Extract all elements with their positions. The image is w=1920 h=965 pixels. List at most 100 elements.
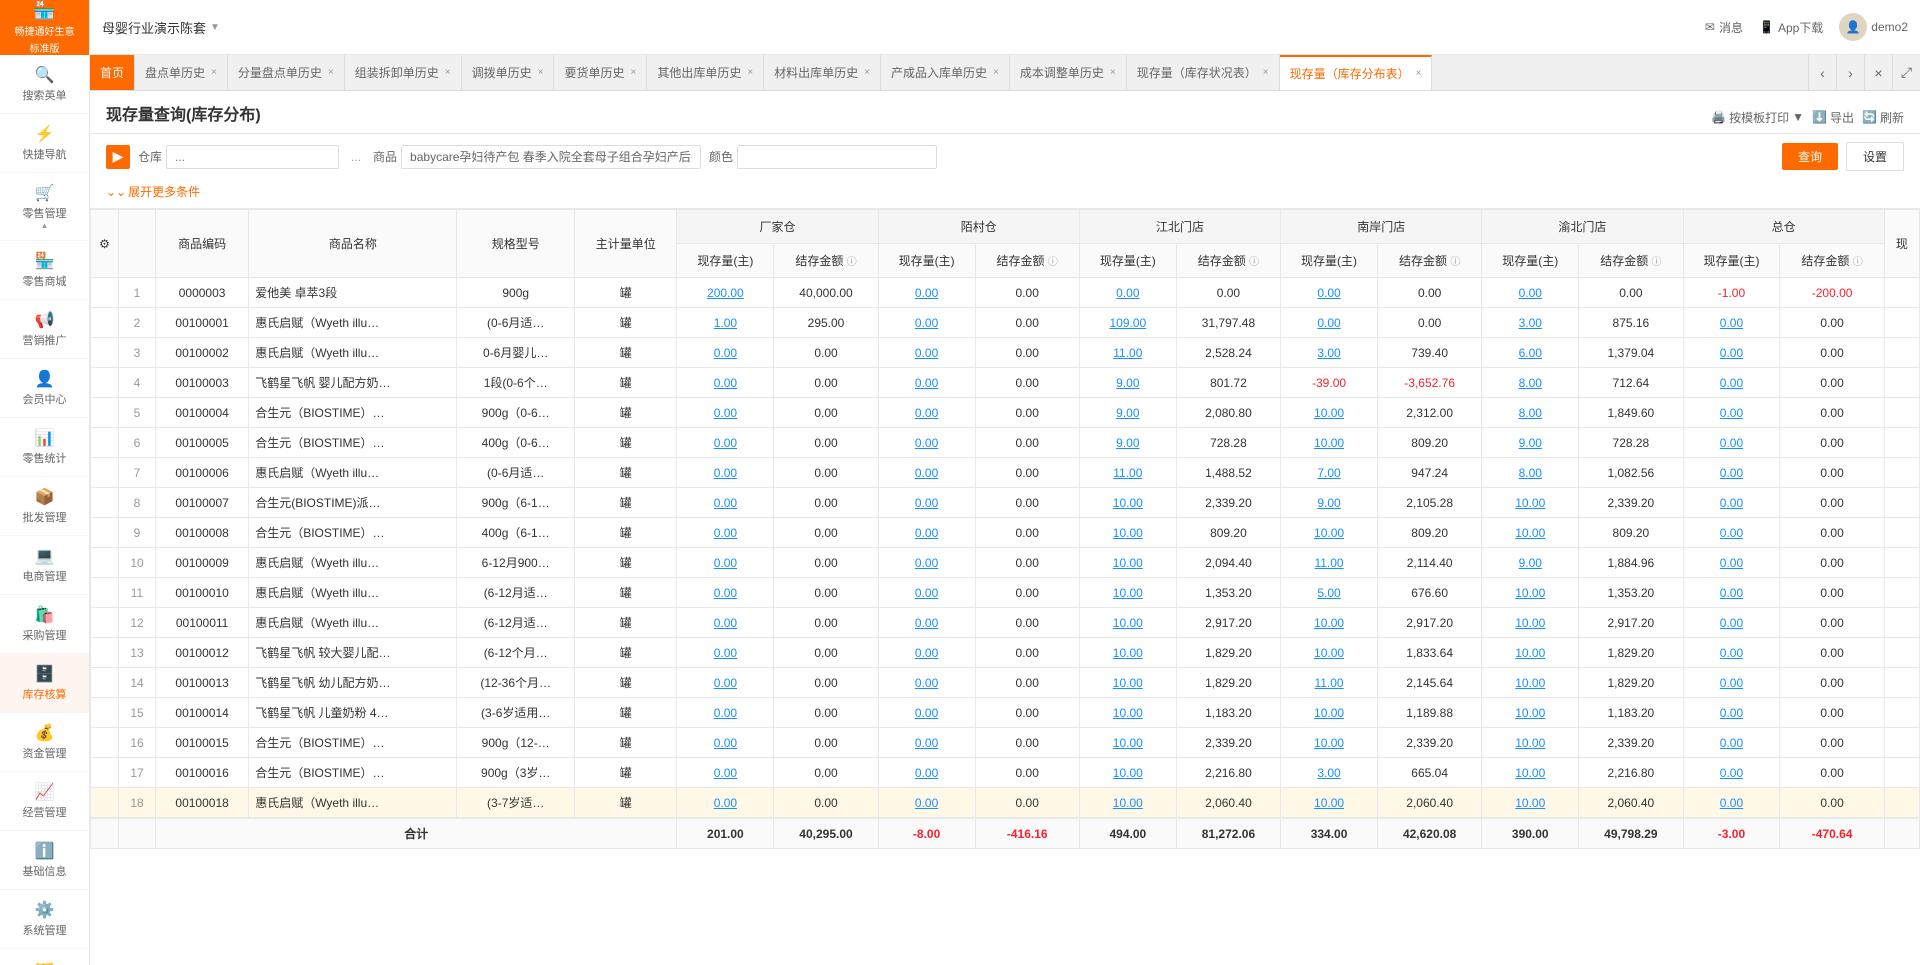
sidebar-item-8[interactable]: 💻电商管理 bbox=[0, 536, 89, 595]
sidebar-item-10[interactable]: 🗄️库存核算 bbox=[0, 654, 89, 713]
cell-total-qty[interactable]: 0.00 bbox=[1683, 728, 1780, 758]
cell-total-qty[interactable]: 0.00 bbox=[1683, 698, 1780, 728]
cell-mocun-qty[interactable]: 0.00 bbox=[878, 788, 975, 819]
cell-nanan-qty[interactable]: 9.00 bbox=[1281, 488, 1378, 518]
tab-product_in[interactable]: 产成品入库单历史× bbox=[881, 55, 1010, 91]
tab-sub_inventory[interactable]: 分量盘点单历史× bbox=[228, 55, 345, 91]
cell-mocun-qty[interactable]: 0.00 bbox=[878, 368, 975, 398]
cell-factory-qty[interactable]: 0.00 bbox=[677, 338, 774, 368]
cell-factory-qty[interactable]: 0.00 bbox=[677, 728, 774, 758]
tab-home[interactable]: 首页 bbox=[90, 55, 135, 91]
cell-setting[interactable] bbox=[91, 428, 119, 458]
cell-setting[interactable] bbox=[91, 698, 119, 728]
tab-close-assembly[interactable]: × bbox=[445, 67, 451, 78]
cell-setting[interactable] bbox=[91, 458, 119, 488]
table-container[interactable]: ⚙ 商品编码 商品名称 规格型号 主计量单位 厂家仓 陌村仓 江北门店 南岸门店… bbox=[90, 209, 1920, 965]
tab-assembly[interactable]: 组装拆卸单历史× bbox=[345, 55, 462, 91]
cell-jiangbei-qty[interactable]: 9.00 bbox=[1079, 398, 1176, 428]
cell-jiangbei-qty[interactable]: 10.00 bbox=[1079, 608, 1176, 638]
cell-factory-qty[interactable]: 0.00 bbox=[677, 668, 774, 698]
cell-jiangbei-qty[interactable]: 10.00 bbox=[1079, 488, 1176, 518]
cell-factory-qty[interactable]: 0.00 bbox=[677, 518, 774, 548]
cell-yubei-qty[interactable]: 10.00 bbox=[1482, 788, 1579, 819]
tab-request[interactable]: 要货单历史× bbox=[554, 55, 647, 91]
sidebar-item-5[interactable]: 👤会员中心 bbox=[0, 359, 89, 418]
cell-factory-qty[interactable]: 0.00 bbox=[677, 638, 774, 668]
cell-yubei-qty[interactable]: 8.00 bbox=[1482, 398, 1579, 428]
cell-yubei-qty[interactable]: 10.00 bbox=[1482, 608, 1579, 638]
cell-jiangbei-qty[interactable]: 9.00 bbox=[1079, 368, 1176, 398]
cell-total-qty[interactable]: 0.00 bbox=[1683, 758, 1780, 788]
company-selector[interactable]: 母婴行业演示陈套 ▼ bbox=[102, 18, 220, 37]
cell-factory-qty[interactable]: 0.00 bbox=[677, 458, 774, 488]
sidebar-item-2[interactable]: 🛒零售管理▲ bbox=[0, 173, 89, 241]
tab-other_out[interactable]: 其他出库单历史× bbox=[647, 55, 764, 91]
tab-inventory_check[interactable]: 盘点单历史× bbox=[135, 55, 228, 91]
cell-factory-qty[interactable]: 0.00 bbox=[677, 758, 774, 788]
cell-setting[interactable] bbox=[91, 728, 119, 758]
tab-close-product_in[interactable]: × bbox=[993, 67, 999, 78]
cell-nanan-qty[interactable]: 10.00 bbox=[1281, 728, 1378, 758]
user-menu[interactable]: 👤 demo2 bbox=[1839, 13, 1908, 41]
cell-yubei-qty[interactable]: 8.00 bbox=[1482, 458, 1579, 488]
tab-prev-btn[interactable]: ‹ bbox=[1808, 55, 1836, 91]
tab-close-other_out[interactable]: × bbox=[747, 67, 753, 78]
cell-nanan-qty[interactable]: 0.00 bbox=[1281, 308, 1378, 338]
cell-yubei-qty[interactable]: 0.00 bbox=[1482, 278, 1579, 308]
tab-close-transfer[interactable]: × bbox=[538, 67, 544, 78]
cell-total-qty[interactable]: 0.00 bbox=[1683, 518, 1780, 548]
color-input[interactable] bbox=[737, 145, 937, 169]
cell-setting[interactable] bbox=[91, 368, 119, 398]
cell-nanan-qty[interactable]: 3.00 bbox=[1281, 758, 1378, 788]
cell-setting[interactable] bbox=[91, 278, 119, 308]
cell-yubei-qty[interactable]: 10.00 bbox=[1482, 518, 1579, 548]
message-btn[interactable]: ✉ 消息 bbox=[1705, 19, 1743, 36]
col-setting[interactable]: ⚙ bbox=[91, 210, 119, 278]
cell-yubei-qty[interactable]: 10.00 bbox=[1482, 758, 1579, 788]
cell-jiangbei-qty[interactable]: 11.00 bbox=[1079, 338, 1176, 368]
cell-mocun-qty[interactable]: 0.00 bbox=[878, 458, 975, 488]
cell-jiangbei-qty[interactable]: 10.00 bbox=[1079, 578, 1176, 608]
cell-yubei-qty[interactable]: 10.00 bbox=[1482, 668, 1579, 698]
cell-nanan-qty[interactable]: 7.00 bbox=[1281, 458, 1378, 488]
filter-toggle-btn[interactable]: ▶ bbox=[106, 145, 130, 169]
warehouse-input[interactable] bbox=[166, 145, 339, 169]
cell-factory-qty[interactable]: 0.00 bbox=[677, 608, 774, 638]
cell-mocun-qty[interactable]: 0.00 bbox=[878, 578, 975, 608]
tab-transfer[interactable]: 调拨单历史× bbox=[462, 55, 555, 91]
cell-jiangbei-qty[interactable]: 10.00 bbox=[1079, 788, 1176, 819]
cell-nanan-qty[interactable]: 3.00 bbox=[1281, 338, 1378, 368]
cell-yubei-qty[interactable]: 8.00 bbox=[1482, 368, 1579, 398]
cell-total-qty[interactable]: 0.00 bbox=[1683, 668, 1780, 698]
cell-total-qty[interactable]: 0.00 bbox=[1683, 458, 1780, 488]
sidebar-item-14[interactable]: ⚙️系统管理 bbox=[0, 890, 89, 949]
cell-yubei-qty[interactable]: 10.00 bbox=[1482, 488, 1579, 518]
tab-close-stock_dist[interactable]: × bbox=[1416, 68, 1422, 79]
cell-mocun-qty[interactable]: 0.00 bbox=[878, 398, 975, 428]
cell-yubei-qty[interactable]: 10.00 bbox=[1482, 578, 1579, 608]
tab-close-inventory_check[interactable]: × bbox=[211, 67, 217, 78]
cell-total-qty[interactable]: 0.00 bbox=[1683, 488, 1780, 518]
cell-total-qty[interactable]: -1.00 bbox=[1683, 278, 1780, 308]
cell-jiangbei-qty[interactable]: 9.00 bbox=[1079, 428, 1176, 458]
cell-yubei-qty[interactable]: 3.00 bbox=[1482, 308, 1579, 338]
cell-setting[interactable] bbox=[91, 638, 119, 668]
sidebar-item-12[interactable]: 📈经营管理 bbox=[0, 772, 89, 831]
cell-mocun-qty[interactable]: 0.00 bbox=[878, 638, 975, 668]
cell-factory-qty[interactable]: 200.00 bbox=[677, 278, 774, 308]
cell-mocun-qty[interactable]: 0.00 bbox=[878, 668, 975, 698]
cell-jiangbei-qty[interactable]: 10.00 bbox=[1079, 728, 1176, 758]
cell-total-qty[interactable]: 0.00 bbox=[1683, 548, 1780, 578]
cell-nanan-qty[interactable]: -39.00 bbox=[1281, 368, 1378, 398]
tab-close-cost_adjust[interactable]: × bbox=[1110, 67, 1116, 78]
cell-mocun-qty[interactable]: 0.00 bbox=[878, 698, 975, 728]
cell-factory-qty[interactable]: 0.00 bbox=[677, 788, 774, 819]
tab-stock_status[interactable]: 现存量（库存状况表）× bbox=[1127, 55, 1280, 91]
cell-jiangbei-qty[interactable]: 11.00 bbox=[1079, 458, 1176, 488]
cell-nanan-qty[interactable]: 10.00 bbox=[1281, 518, 1378, 548]
cell-total-qty[interactable]: 0.00 bbox=[1683, 428, 1780, 458]
cell-setting[interactable] bbox=[91, 548, 119, 578]
cell-jiangbei-qty[interactable]: 0.00 bbox=[1079, 278, 1176, 308]
cell-total-qty[interactable]: 0.00 bbox=[1683, 608, 1780, 638]
cell-jiangbei-qty[interactable]: 10.00 bbox=[1079, 518, 1176, 548]
